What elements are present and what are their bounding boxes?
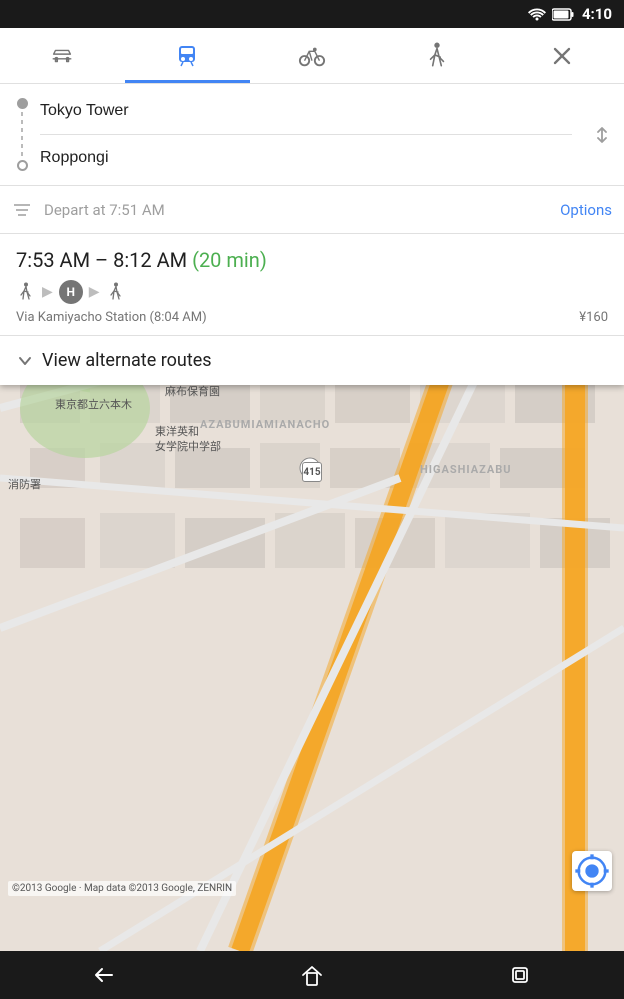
tab-bike[interactable] xyxy=(250,28,375,83)
recents-button[interactable] xyxy=(495,957,545,993)
route-inputs-wrapper xyxy=(0,84,624,185)
chevron-down-icon xyxy=(16,352,34,370)
close-icon xyxy=(548,42,576,70)
label-azabuhokuroen: 麻布保育園 xyxy=(165,383,220,399)
status-bar: 4:10 xyxy=(0,0,624,28)
filter-icon xyxy=(12,200,32,220)
swap-icon xyxy=(591,124,613,146)
options-button[interactable]: Options xyxy=(560,201,612,219)
route-dashes xyxy=(21,112,23,157)
status-icons xyxy=(528,7,574,21)
my-location-button[interactable] xyxy=(572,851,612,891)
label-higashiazabu: HIGASHIAZABU xyxy=(420,463,512,476)
tab-car[interactable] xyxy=(0,28,125,83)
route-duration: (20 min) xyxy=(192,248,267,272)
label-school2: 女学院中学部 xyxy=(155,438,221,454)
origin-field-row xyxy=(40,88,572,134)
car-icon xyxy=(48,42,76,70)
route-price: ¥160 xyxy=(579,310,608,325)
depart-time: Depart at 7:51 AM xyxy=(44,201,548,219)
navigation-panel: Depart at 7:51 AM Options 7:53 AM – 8:12… xyxy=(0,28,624,385)
home-icon xyxy=(301,964,323,986)
step-arrow-1: ▶ xyxy=(42,284,53,300)
back-button[interactable] xyxy=(79,957,129,993)
depart-row: Depart at 7:51 AM Options xyxy=(0,185,624,233)
route-via-text: Via Kamiyacho Station (8:04 AM) xyxy=(16,310,207,325)
label-koto: 東京都立六本木 xyxy=(55,396,132,412)
route-result: 7:53 AM – 8:12 AM (20 min) ▶ H ▶ Via Kam… xyxy=(0,233,624,335)
destination-field-row xyxy=(40,135,572,181)
walk-step-icon-2 xyxy=(106,282,126,302)
location-icon xyxy=(572,851,612,891)
route-time-range: 7:53 AM – 8:12 AM (20 min) xyxy=(16,248,608,272)
route-fields xyxy=(32,88,580,181)
bottom-navigation xyxy=(0,951,624,999)
origin-input[interactable] xyxy=(40,102,572,120)
destination-dot xyxy=(17,160,28,171)
tab-close[interactable] xyxy=(499,28,624,83)
origin-dot xyxy=(17,98,28,109)
destination-input[interactable] xyxy=(40,149,572,167)
wifi-icon xyxy=(528,7,546,21)
swap-button[interactable] xyxy=(580,88,624,181)
label-azabumiamianacho: AZABUMIAMIANACHO xyxy=(200,418,330,431)
label-shobocho: 消防署 xyxy=(8,476,41,492)
map-attribution: ©2013 Google · Map data ©2013 Google, ZE… xyxy=(8,881,236,896)
step-h-icon: H xyxy=(59,280,83,304)
transit-icon xyxy=(173,42,201,70)
label-school1: 東洋英和 xyxy=(155,423,199,439)
alternate-routes-label: View alternate routes xyxy=(42,350,212,371)
time-range-text: 7:53 AM – 8:12 AM xyxy=(16,248,187,272)
road-415: 415 xyxy=(302,462,322,482)
route-steps: ▶ H ▶ xyxy=(16,280,608,304)
alternate-routes-button[interactable]: View alternate routes xyxy=(0,335,624,385)
home-button[interactable] xyxy=(287,957,337,993)
status-time: 4:10 xyxy=(582,5,612,23)
walk-icon xyxy=(423,42,451,70)
route-via-row: Via Kamiyacho Station (8:04 AM) ¥160 xyxy=(16,310,608,325)
route-connector xyxy=(12,88,32,181)
back-icon xyxy=(92,963,116,987)
step-arrow-2: ▶ xyxy=(89,284,100,300)
walk-step-icon xyxy=(16,282,36,302)
transport-tabs xyxy=(0,28,624,84)
recents-icon xyxy=(509,964,531,986)
battery-icon xyxy=(552,8,574,21)
tab-walk[interactable] xyxy=(374,28,499,83)
bike-icon xyxy=(298,42,326,70)
tab-transit[interactable] xyxy=(125,28,250,83)
